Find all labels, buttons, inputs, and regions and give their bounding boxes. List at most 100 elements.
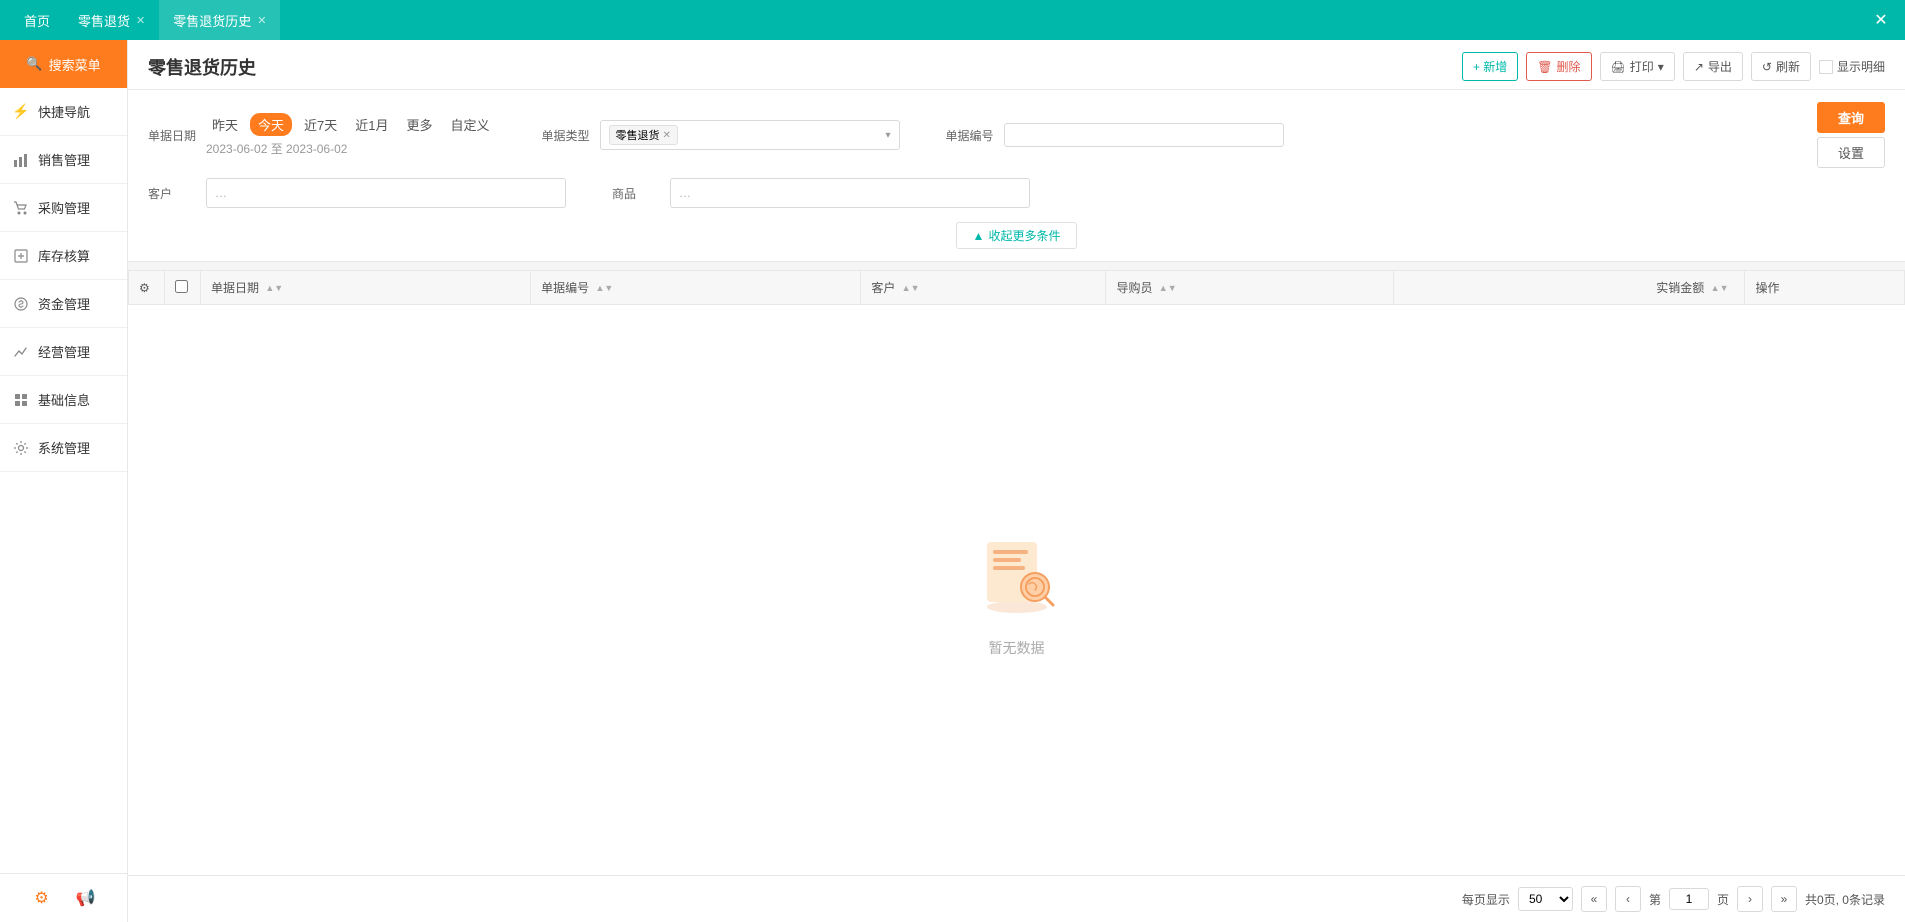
print-button[interactable]: 🖨 打印 ▾ [1600,52,1675,81]
voucher-type-chevron-icon: ▾ [886,130,891,141]
col-date[interactable]: 单据日期 ▲▼ [201,271,531,305]
sidebar-bottom: ⚙ 📢 [0,873,127,922]
page-number-input[interactable]: 1 [1669,888,1709,910]
select-all-checkbox[interactable] [175,280,188,293]
print-chevron-icon: ▾ [1658,60,1664,74]
tab-home[interactable]: 首页 [10,0,64,40]
tab-retail-return-history-close[interactable]: ✕ [257,14,266,27]
date-range-display: 2023-06-02 至 2023-06-02 [206,140,496,157]
filter-row-2: 客户 … 商品 … [148,178,1885,208]
sidebar-item-ops-mgmt[interactable]: 经营管理 [0,328,127,376]
voucher-number-filter-item: 单据编号 [946,123,1284,147]
customer-label: 客户 [148,185,198,202]
sidebar-item-system-mgmt[interactable]: 系统管理 [0,424,127,472]
sidebar-item-purchase-mgmt-label: 采购管理 [38,198,90,217]
date-opt-today[interactable]: 今天 [250,113,292,136]
show-detail-label: 显示明细 [1837,58,1885,75]
sidebar-item-basic-info[interactable]: 基础信息 [0,376,127,424]
print-label: 打印 [1630,58,1654,75]
col-settings[interactable]: ⚙ [129,271,165,305]
date-opt-more[interactable]: 更多 [401,113,439,136]
content-area: 零售退货历史 + 新增 🗑 删除 🖨 打印 ▾ ↗ 导出 ↺ [128,40,1905,922]
empty-state: 暂无数据 [128,305,1905,875]
quick-nav-icon: ⚡ [12,103,30,121]
voucher-type-tag-label: 零售退货 [616,127,660,143]
page-label: 第 [1649,891,1661,908]
sidebar-audio-icon[interactable]: 📢 [72,884,100,912]
date-filter-wrap: 昨天 今天 近7天 近1月 更多 自定义 2023-06-02 至 2023-0… [206,113,496,157]
refresh-icon: ↺ [1762,60,1772,74]
col-date-label: 单据日期 [211,281,259,295]
tab-retail-return-close[interactable]: ✕ [136,14,145,27]
collapse-button[interactable]: ▲ 收起更多条件 [956,222,1078,249]
sidebar-item-purchase-mgmt[interactable]: 采购管理 [0,184,127,232]
customer-select[interactable]: … [206,178,566,208]
sidebar-item-basic-info-label: 基础信息 [38,390,90,409]
voucher-type-tag-close[interactable]: ✕ [663,130,671,141]
col-guide[interactable]: 导购员 ▲▼ [1106,271,1394,305]
next-page-button[interactable]: › [1737,886,1763,912]
show-detail-toggle[interactable]: 显示明细 [1819,58,1885,75]
date-opt-last7[interactable]: 近7天 [298,113,343,136]
table-settings-icon[interactable]: ⚙ [139,281,150,295]
product-select[interactable]: … [670,178,1030,208]
refresh-button[interactable]: ↺ 刷新 [1751,52,1811,81]
setting-button[interactable]: 设置 [1817,137,1885,168]
window-close-button[interactable]: ✕ [1867,6,1895,34]
sidebar-item-ops-mgmt-label: 经营管理 [38,342,90,361]
sidebar-settings-icon[interactable]: ⚙ [28,884,56,912]
sidebar-search[interactable]: 🔍 搜索菜单 [0,40,127,88]
per-page-label: 每页显示 [1462,891,1510,908]
query-button[interactable]: 查询 [1817,102,1885,133]
voucher-number-input[interactable] [1004,123,1284,147]
refresh-label: 刷新 [1776,58,1800,75]
top-bar-right: ✕ [1867,6,1895,34]
show-detail-checkbox[interactable] [1819,60,1833,74]
delete-button[interactable]: 🗑 删除 [1526,52,1591,81]
col-amount-label: 实销金额 [1656,281,1704,295]
delete-label: 删除 [1557,58,1581,75]
col-customer[interactable]: 客户 ▲▼ [861,271,1106,305]
data-table: ⚙ 单据日期 ▲▼ 单据编号 ▲▼ [128,270,1905,305]
sidebar-item-inventory-calc[interactable]: 库存核算 [0,232,127,280]
date-opt-yesterday[interactable]: 昨天 [206,113,244,136]
page-header: 零售退货历史 + 新增 🗑 删除 🖨 打印 ▾ ↗ 导出 ↺ [128,40,1905,90]
sidebar-item-sales-mgmt[interactable]: 销售管理 [0,136,127,184]
col-number[interactable]: 单据编号 ▲▼ [531,271,861,305]
page-title: 零售退货历史 [148,54,256,80]
sidebar-item-finance-mgmt[interactable]: 资金管理 [0,280,127,328]
ops-mgmt-icon [12,343,30,361]
export-button[interactable]: ↗ 导出 [1683,52,1743,81]
sidebar-search-label: 搜索菜单 [49,55,101,74]
tab-retail-return[interactable]: 零售退货 ✕ [64,0,159,40]
inventory-calc-icon [12,247,30,265]
table-header-row: ⚙ 单据日期 ▲▼ 单据编号 ▲▼ [129,271,1905,305]
sidebar-menu: ⚡ 快捷导航 销售管理 采购管理 库存核算 [0,88,127,873]
sidebar-item-sales-mgmt-label: 销售管理 [38,150,90,169]
sidebar-item-quick-nav-label: 快捷导航 [38,102,90,121]
sidebar-item-quick-nav[interactable]: ⚡ 快捷导航 [0,88,127,136]
new-button[interactable]: + 新增 [1462,52,1518,81]
first-page-button[interactable]: « [1581,886,1607,912]
col-checkbox[interactable] [165,271,201,305]
col-customer-label: 客户 [871,281,895,295]
prev-page-button[interactable]: ‹ [1615,886,1641,912]
pagination: 每页显示 50 10 20 100 « ‹ 第 1 页 › » 共0页, 0条记… [128,875,1905,922]
col-amount[interactable]: 实销金额 ▲▼ [1394,271,1745,305]
voucher-type-select[interactable]: 零售退货 ✕ ▾ [600,120,900,150]
date-opt-last-month[interactable]: 近1月 [349,113,394,136]
product-dots: … [679,186,691,200]
voucher-type-filter-item: 单据类型 零售退货 ✕ ▾ [542,120,900,150]
tab-retail-return-history[interactable]: 零售退货历史 ✕ [159,0,280,40]
filter-panel: 单据日期 昨天 今天 近7天 近1月 更多 自定义 2023-06-02 至 2… [128,90,1905,262]
last-page-button[interactable]: » [1771,886,1797,912]
per-page-select[interactable]: 50 10 20 100 [1518,887,1573,911]
sidebar-item-inventory-calc-label: 库存核算 [38,246,90,265]
date-opt-custom[interactable]: 自定义 [445,113,496,136]
customer-dots: … [215,186,227,200]
main-layout: 🔍 搜索菜单 ⚡ 快捷导航 销售管理 采购管理 [0,40,1905,922]
col-guide-sort-icon: ▲▼ [1159,284,1177,293]
toolbar: + 新增 🗑 删除 🖨 打印 ▾ ↗ 导出 ↺ 刷新 [1462,52,1885,81]
empty-state-icon [967,522,1067,622]
system-mgmt-icon [12,439,30,457]
